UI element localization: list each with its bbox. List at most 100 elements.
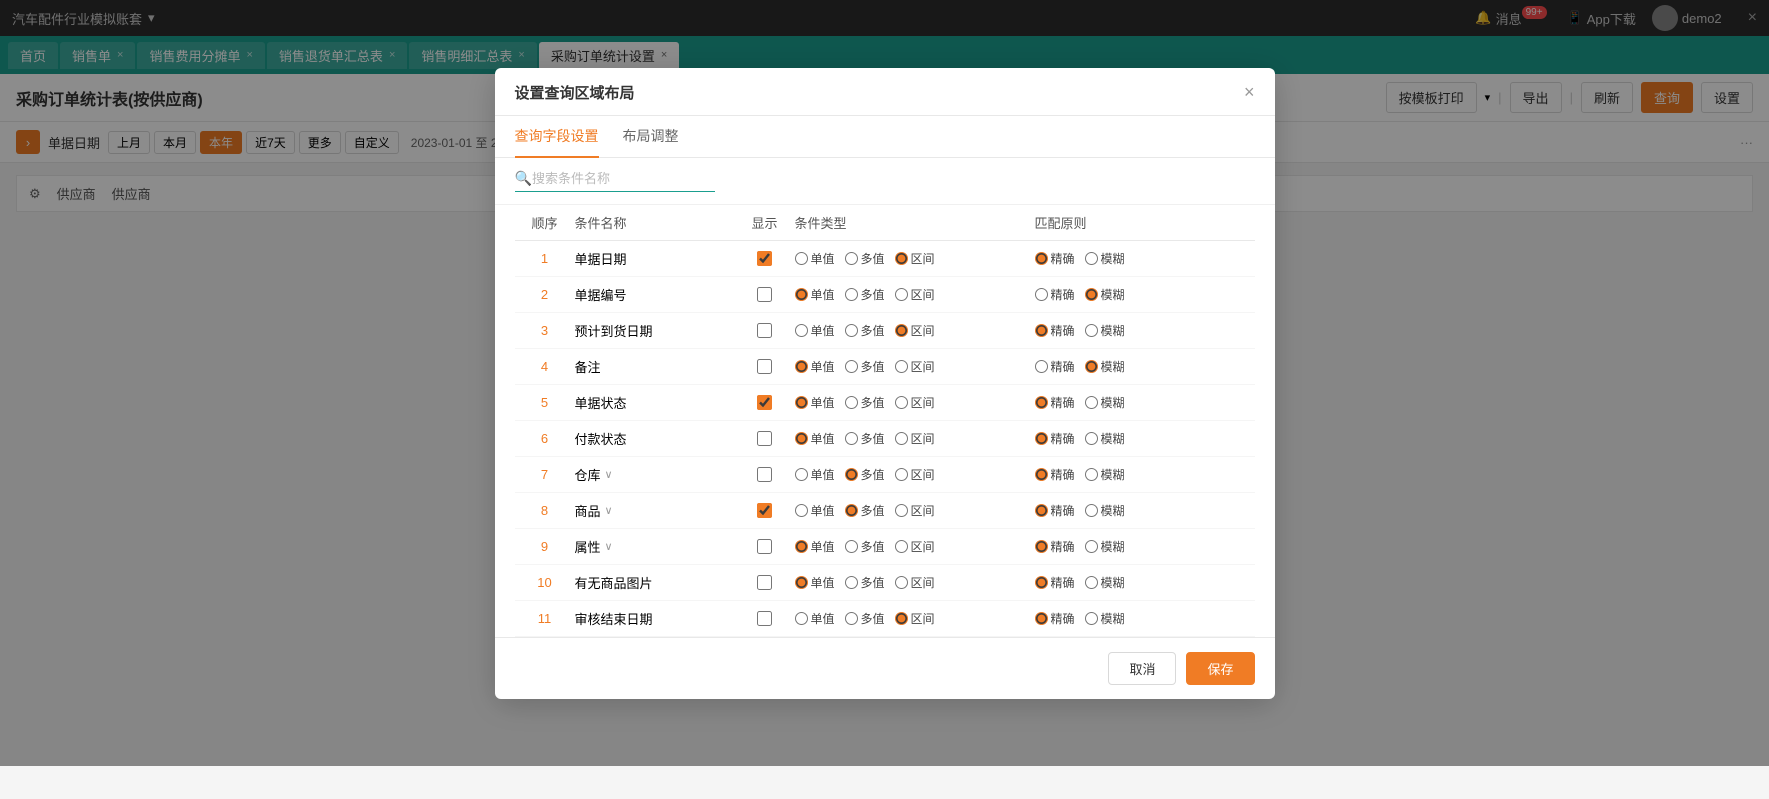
type-option-多值-0[interactable]: 多值 <box>845 250 885 267</box>
match-radio-模糊-0[interactable] <box>1085 252 1098 265</box>
type-radio-区间-7[interactable] <box>895 504 908 517</box>
tab-layout-adjust[interactable]: 布局调整 <box>623 116 679 158</box>
display-checkbox-9[interactable] <box>757 575 772 590</box>
type-radio-单值-6[interactable] <box>795 468 808 481</box>
cancel-button[interactable]: 取消 <box>1108 652 1176 685</box>
type-option-多值-3[interactable]: 多值 <box>845 358 885 375</box>
type-option-多值-6[interactable]: 多值 <box>845 466 885 483</box>
type-option-区间-5[interactable]: 区间 <box>895 430 935 447</box>
type-radio-单值-9[interactable] <box>795 576 808 589</box>
type-option-单值-5[interactable]: 单值 <box>795 430 835 447</box>
match-option-模糊-4[interactable]: 模糊 <box>1085 394 1125 411</box>
type-radio-单值-5[interactable] <box>795 432 808 445</box>
match-option-精确-1[interactable]: 精确 <box>1035 286 1075 303</box>
match-radio-精确-3[interactable] <box>1035 360 1048 373</box>
type-option-单值-9[interactable]: 单值 <box>795 574 835 591</box>
match-radio-模糊-4[interactable] <box>1085 396 1098 409</box>
match-radio-精确-9[interactable] <box>1035 576 1048 589</box>
match-option-精确-6[interactable]: 精确 <box>1035 466 1075 483</box>
match-option-精确-9[interactable]: 精确 <box>1035 574 1075 591</box>
type-radio-区间-8[interactable] <box>895 540 908 553</box>
dialog-close-btn[interactable]: × <box>1244 83 1255 101</box>
type-radio-区间-6[interactable] <box>895 468 908 481</box>
match-radio-模糊-8[interactable] <box>1085 540 1098 553</box>
match-radio-模糊-2[interactable] <box>1085 324 1098 337</box>
type-radio-多值-9[interactable] <box>845 576 858 589</box>
match-radio-模糊-1[interactable] <box>1085 288 1098 301</box>
type-option-区间-6[interactable]: 区间 <box>895 466 935 483</box>
type-option-多值-7[interactable]: 多值 <box>845 502 885 519</box>
match-option-模糊-5[interactable]: 模糊 <box>1085 430 1125 447</box>
match-radio-精确-2[interactable] <box>1035 324 1048 337</box>
match-radio-精确-4[interactable] <box>1035 396 1048 409</box>
type-option-区间-4[interactable]: 区间 <box>895 394 935 411</box>
type-option-区间-0[interactable]: 区间 <box>895 250 935 267</box>
match-option-精确-10[interactable]: 精确 <box>1035 610 1075 627</box>
type-radio-区间-4[interactable] <box>895 396 908 409</box>
match-option-模糊-10[interactable]: 模糊 <box>1085 610 1125 627</box>
match-radio-精确-10[interactable] <box>1035 612 1048 625</box>
type-radio-多值-10[interactable] <box>845 612 858 625</box>
type-option-单值-7[interactable]: 单值 <box>795 502 835 519</box>
type-radio-多值-8[interactable] <box>845 540 858 553</box>
dropdown-chevron-7[interactable]: ∨ <box>605 504 613 517</box>
type-radio-单值-2[interactable] <box>795 324 808 337</box>
type-radio-区间-2[interactable] <box>895 324 908 337</box>
display-checkbox-0[interactable] <box>757 251 772 266</box>
search-input[interactable] <box>532 171 715 186</box>
type-option-区间-2[interactable]: 区间 <box>895 322 935 339</box>
type-radio-多值-7[interactable] <box>845 504 858 517</box>
type-radio-区间-0[interactable] <box>895 252 908 265</box>
type-option-单值-0[interactable]: 单值 <box>795 250 835 267</box>
type-option-多值-9[interactable]: 多值 <box>845 574 885 591</box>
type-radio-单值-1[interactable] <box>795 288 808 301</box>
match-radio-精确-6[interactable] <box>1035 468 1048 481</box>
type-option-多值-5[interactable]: 多值 <box>845 430 885 447</box>
match-option-模糊-0[interactable]: 模糊 <box>1085 250 1125 267</box>
type-option-单值-4[interactable]: 单值 <box>795 394 835 411</box>
type-radio-区间-3[interactable] <box>895 360 908 373</box>
display-checkbox-5[interactable] <box>757 431 772 446</box>
match-option-模糊-3[interactable]: 模糊 <box>1085 358 1125 375</box>
type-radio-单值-7[interactable] <box>795 504 808 517</box>
type-option-区间-10[interactable]: 区间 <box>895 610 935 627</box>
match-option-精确-7[interactable]: 精确 <box>1035 502 1075 519</box>
type-option-多值-8[interactable]: 多值 <box>845 538 885 555</box>
type-radio-多值-0[interactable] <box>845 252 858 265</box>
match-radio-模糊-9[interactable] <box>1085 576 1098 589</box>
match-option-模糊-2[interactable]: 模糊 <box>1085 322 1125 339</box>
type-option-区间-1[interactable]: 区间 <box>895 286 935 303</box>
type-radio-多值-6[interactable] <box>845 468 858 481</box>
type-radio-区间-1[interactable] <box>895 288 908 301</box>
type-radio-单值-8[interactable] <box>795 540 808 553</box>
type-option-区间-9[interactable]: 区间 <box>895 574 935 591</box>
match-option-模糊-1[interactable]: 模糊 <box>1085 286 1125 303</box>
save-button[interactable]: 保存 <box>1186 652 1254 685</box>
type-option-单值-3[interactable]: 单值 <box>795 358 835 375</box>
type-option-区间-8[interactable]: 区间 <box>895 538 935 555</box>
type-option-区间-7[interactable]: 区间 <box>895 502 935 519</box>
match-option-模糊-7[interactable]: 模糊 <box>1085 502 1125 519</box>
match-radio-模糊-5[interactable] <box>1085 432 1098 445</box>
match-radio-精确-7[interactable] <box>1035 504 1048 517</box>
type-radio-多值-4[interactable] <box>845 396 858 409</box>
display-checkbox-7[interactable] <box>757 503 772 518</box>
match-option-精确-2[interactable]: 精确 <box>1035 322 1075 339</box>
type-option-单值-2[interactable]: 单值 <box>795 322 835 339</box>
type-option-单值-6[interactable]: 单值 <box>795 466 835 483</box>
match-radio-精确-8[interactable] <box>1035 540 1048 553</box>
match-option-模糊-6[interactable]: 模糊 <box>1085 466 1125 483</box>
type-option-多值-4[interactable]: 多值 <box>845 394 885 411</box>
type-radio-区间-5[interactable] <box>895 432 908 445</box>
type-option-单值-1[interactable]: 单值 <box>795 286 835 303</box>
match-option-精确-8[interactable]: 精确 <box>1035 538 1075 555</box>
tab-query-fields[interactable]: 查询字段设置 <box>515 116 599 158</box>
dropdown-chevron-8[interactable]: ∨ <box>605 540 613 553</box>
match-option-精确-4[interactable]: 精确 <box>1035 394 1075 411</box>
type-option-多值-1[interactable]: 多值 <box>845 286 885 303</box>
match-radio-模糊-6[interactable] <box>1085 468 1098 481</box>
display-checkbox-8[interactable] <box>757 539 772 554</box>
type-option-多值-10[interactable]: 多值 <box>845 610 885 627</box>
type-option-区间-3[interactable]: 区间 <box>895 358 935 375</box>
match-option-模糊-9[interactable]: 模糊 <box>1085 574 1125 591</box>
